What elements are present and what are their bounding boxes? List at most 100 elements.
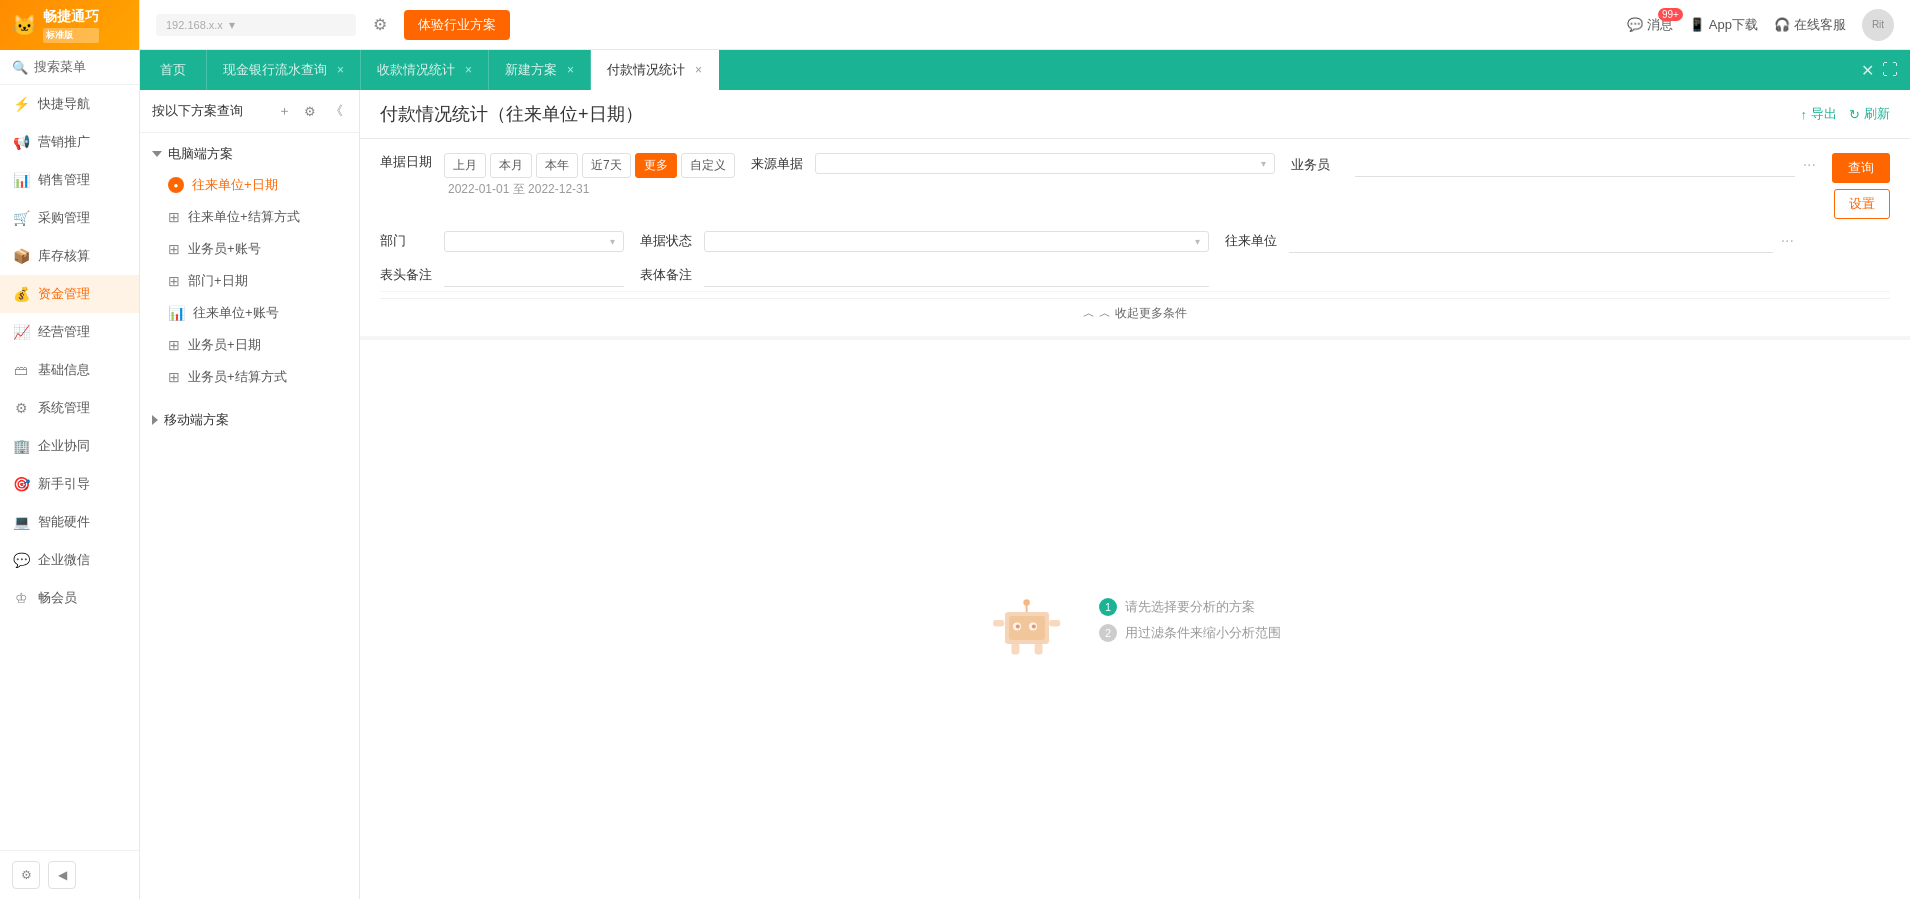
scheme-item-partner-date[interactable]: ● 往来单位+日期 — [140, 169, 359, 201]
source-select[interactable]: ▾ — [815, 153, 1276, 174]
sidebar-item-label: 基础信息 — [38, 361, 90, 379]
scheme-item-staff-payment[interactable]: ⊞ 业务员+结算方式 — [140, 361, 359, 393]
sidebar-item-enterprise[interactable]: 🏢 企业协同 — [0, 427, 139, 465]
date-btn-this-month[interactable]: 本月 — [490, 153, 532, 178]
scheme-item-staff-account[interactable]: ⊞ 业务员+账号 — [140, 233, 359, 265]
scheme-settings-btn[interactable]: ⚙ — [299, 100, 321, 122]
close-window-btn[interactable]: ✕ — [1861, 61, 1874, 80]
sidebar-item-wechat[interactable]: 💬 企业微信 — [0, 541, 139, 579]
doc-status-label: 单据状态 — [640, 232, 696, 250]
search-menu-item[interactable]: 🔍 搜索菜单 — [0, 50, 139, 85]
partner-label: 往来单位 — [1225, 232, 1281, 250]
tab-payment-stats-close[interactable]: × — [465, 63, 472, 77]
tab-new-scheme-close[interactable]: × — [567, 63, 574, 77]
user-avatar[interactable]: Rit — [1862, 9, 1894, 41]
scheme-item-staff-date[interactable]: ⊞ 业务员+日期 — [140, 329, 359, 361]
sidebar-item-label: 智能硬件 — [38, 513, 90, 531]
svg-rect-10 — [1011, 643, 1019, 654]
date-btn-this-year[interactable]: 本年 — [536, 153, 578, 178]
export-btn[interactable]: ↑ 导出 — [1801, 105, 1838, 123]
collapse-panel-btn[interactable]: 《 — [325, 100, 347, 122]
empty-hint-2: 2 用过滤条件来缩小分析范围 — [1099, 624, 1281, 642]
refresh-btn[interactable]: ↻ 刷新 — [1849, 105, 1890, 123]
service-label: 在线客服 — [1794, 16, 1846, 34]
date-btn-custom[interactable]: 自定义 — [681, 153, 735, 178]
address-bar[interactable]: 192.168.x.x ▾ — [156, 14, 356, 36]
empty-hint-1: 1 请先选择要分析的方案 — [1099, 598, 1281, 616]
sidebar-bottom: ⚙ ◀ — [0, 850, 139, 899]
sidebar-item-sales[interactable]: 📊 销售管理 — [0, 161, 139, 199]
basic-info-icon: 🗃 — [12, 362, 30, 378]
sidebar-collapse-btn[interactable]: ◀ — [48, 861, 76, 889]
add-scheme-btn[interactable]: ＋ — [273, 100, 295, 122]
dept-select[interactable]: ▾ — [444, 231, 624, 252]
collapse-conditions-btn[interactable]: ︿ ︿ 收起更多条件 — [380, 298, 1890, 328]
date-btn-more[interactable]: 更多 — [635, 153, 677, 178]
sidebar-item-purchase[interactable]: 🛒 采购管理 — [0, 199, 139, 237]
desktop-group-title[interactable]: 电脑端方案 — [140, 139, 359, 169]
sidebar-item-label: 资金管理 — [38, 285, 90, 303]
tab-cash-flow[interactable]: 现金银行流水查询 × — [207, 50, 361, 90]
scheme-item-partner-payment[interactable]: ⊞ 往来单位+结算方式 — [140, 201, 359, 233]
marketing-icon: 📢 — [12, 134, 30, 150]
right-content: 付款情况统计（往来单位+日期） ↑ 导出 ↻ 刷新 单 — [360, 90, 1910, 899]
staff-input[interactable] — [1355, 153, 1794, 177]
export-icon: ↑ — [1801, 107, 1808, 122]
sidebar-settings-btn[interactable]: ⚙ — [12, 861, 40, 889]
doc-status-select[interactable]: ▾ — [704, 231, 1209, 252]
sidebar-item-inventory[interactable]: 📦 库存核算 — [0, 237, 139, 275]
purchase-icon: 🛒 — [12, 210, 30, 226]
main-area: 192.168.x.x ▾ ⚙ 体验行业方案 💬 消息 99+ 📱 App下载 … — [140, 0, 1910, 899]
hint-text-2: 用过滤条件来缩小分析范围 — [1125, 624, 1281, 642]
address-chevron-icon: ▾ — [229, 18, 235, 32]
system-icon: ⚙ — [12, 400, 30, 416]
dept-chevron-icon: ▾ — [610, 236, 615, 247]
scheme-item-partner-account[interactable]: 📊 往来单位+账号 — [140, 297, 359, 329]
header-note-input[interactable] — [444, 263, 624, 287]
scheme-item-dept-date[interactable]: ⊞ 部门+日期 — [140, 265, 359, 297]
partner-dots-btn[interactable]: ··· — [1781, 232, 1794, 250]
sidebar-item-quick-nav[interactable]: ⚡ 快捷导航 — [0, 85, 139, 123]
tab-cash-flow-close[interactable]: × — [337, 63, 344, 77]
export-label: 导出 — [1811, 105, 1837, 123]
tab-payment-stats[interactable]: 收款情况统计 × — [361, 50, 489, 90]
sidebar-item-newbie[interactable]: 🎯 新手引导 — [0, 465, 139, 503]
sidebar-item-vip[interactable]: ♔ 畅会员 — [0, 579, 139, 617]
trial-btn[interactable]: 体验行业方案 — [404, 10, 510, 40]
desktop-group-label: 电脑端方案 — [168, 145, 233, 163]
sidebar-item-marketing[interactable]: 📢 营销推广 — [0, 123, 139, 161]
partner-input[interactable] — [1289, 229, 1773, 253]
empty-state: 1 请先选择要分析的方案 2 用过滤条件来缩小分析范围 — [360, 340, 1910, 899]
mobile-group-title[interactable]: 移动端方案 — [140, 405, 359, 435]
sidebar-item-finance[interactable]: 💰 资金管理 — [0, 275, 139, 313]
topbar-settings-btn[interactable]: ⚙ — [364, 9, 396, 41]
service-btn[interactable]: 🎧 在线客服 — [1774, 16, 1846, 34]
sidebar-item-label: 经营管理 — [38, 323, 90, 341]
tab-new-scheme-label: 新建方案 — [505, 61, 557, 79]
sidebar-item-system[interactable]: ⚙ 系统管理 — [0, 389, 139, 427]
hardware-icon: 💻 — [12, 514, 30, 530]
svg-point-4 — [1016, 624, 1020, 628]
table-scheme-icon: ⊞ — [168, 337, 180, 353]
tab-pay-stats-close[interactable]: × — [695, 63, 702, 77]
date-range-text: 2022-01-01 至 2022-12-31 — [448, 181, 735, 198]
body-note-input[interactable] — [704, 263, 1209, 287]
tab-new-scheme[interactable]: 新建方案 × — [489, 50, 591, 90]
mobile-scheme-group: 移动端方案 — [140, 399, 359, 441]
filter-settings-btn[interactable]: 设置 — [1834, 189, 1890, 219]
svg-point-7 — [1023, 599, 1029, 605]
tab-pay-stats[interactable]: 付款情况统计 × — [591, 50, 719, 90]
svg-point-5 — [1032, 624, 1036, 628]
notice-btn[interactable]: 💬 消息 99+ — [1627, 16, 1673, 34]
query-btn[interactable]: 查询 — [1832, 153, 1890, 183]
app-download-btn[interactable]: 📱 App下载 — [1689, 16, 1758, 34]
sidebar-item-hardware[interactable]: 💻 智能硬件 — [0, 503, 139, 541]
date-btn-7days[interactable]: 近7天 — [582, 153, 631, 178]
body-note-label: 表体备注 — [640, 266, 696, 284]
staff-dots-btn[interactable]: ··· — [1803, 156, 1816, 174]
maximize-window-btn[interactable]: ⛶ — [1882, 61, 1898, 79]
sidebar-item-operations[interactable]: 📈 经营管理 — [0, 313, 139, 351]
sidebar-item-basic-info[interactable]: 🗃 基础信息 — [0, 351, 139, 389]
date-btn-last-month[interactable]: 上月 — [444, 153, 486, 178]
tab-home[interactable]: 首页 — [140, 50, 207, 90]
